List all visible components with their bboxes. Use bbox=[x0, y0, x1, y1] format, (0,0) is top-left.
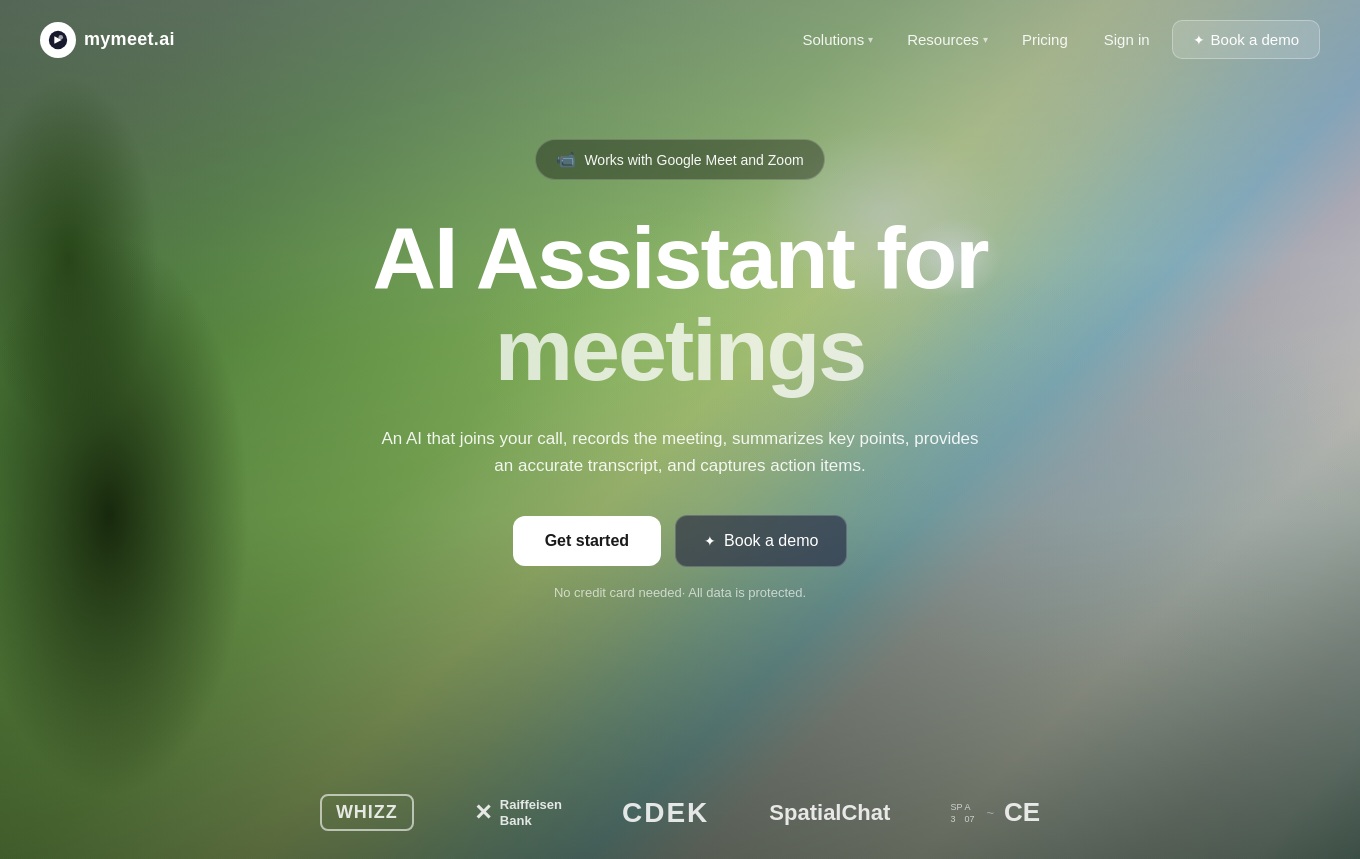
raiffeisen-logo: ✕ Raiffeisen Bank bbox=[474, 797, 562, 828]
get-started-button[interactable]: Get started bbox=[513, 516, 661, 566]
nav-resources[interactable]: Resources ▾ bbox=[893, 23, 1002, 56]
hero-content: 📹 Works with Google Meet and Zoom AI Ass… bbox=[0, 79, 1360, 600]
resources-chevron-icon: ▾ bbox=[983, 34, 988, 45]
nav-book-demo-button[interactable]: ✦ Book a demo bbox=[1172, 20, 1320, 59]
whizz-logo: WHiZZ bbox=[320, 794, 414, 831]
no-credit-text: No credit card needed· All data is prote… bbox=[554, 585, 806, 600]
sparkle-icon: ✦ bbox=[1193, 32, 1205, 48]
ce-logo: SP A 3 07 ~ CE bbox=[950, 797, 1040, 828]
hero-subtitle: An AI that joins your call, records the … bbox=[380, 425, 980, 479]
works-badge: 📹 Works with Google Meet and Zoom bbox=[535, 139, 824, 180]
spatialchat-logo: SpatialChat bbox=[769, 800, 890, 826]
logo-link[interactable]: mymeet.ai bbox=[40, 22, 175, 58]
navbar: mymeet.ai Solutions ▾ Resources ▾ Pricin… bbox=[0, 0, 1360, 79]
nav-pricing[interactable]: Pricing bbox=[1008, 23, 1082, 56]
nav-solutions[interactable]: Solutions ▾ bbox=[788, 23, 887, 56]
sparkle-icon-hero: ✦ bbox=[704, 533, 716, 549]
hero-title: AI Assistant for meetings bbox=[372, 212, 987, 425]
cdek-logo: CDEK bbox=[622, 797, 709, 829]
svg-point-1 bbox=[58, 34, 63, 39]
solutions-chevron-icon: ▾ bbox=[868, 34, 873, 45]
book-demo-button[interactable]: ✦ Book a demo bbox=[675, 515, 847, 567]
nav-links: Solutions ▾ Resources ▾ Pricing Sign in … bbox=[788, 20, 1320, 59]
raiffeisen-cross-icon: ✕ bbox=[474, 800, 492, 826]
hero-actions: Get started ✦ Book a demo bbox=[513, 515, 848, 567]
logos-bar: WHiZZ ✕ Raiffeisen Bank CDEK SpatialChat… bbox=[0, 774, 1360, 859]
logo-text: mymeet.ai bbox=[84, 29, 175, 50]
nav-signin[interactable]: Sign in bbox=[1088, 23, 1166, 56]
logo-icon bbox=[40, 22, 76, 58]
video-cam-icon: 📹 bbox=[556, 150, 576, 169]
